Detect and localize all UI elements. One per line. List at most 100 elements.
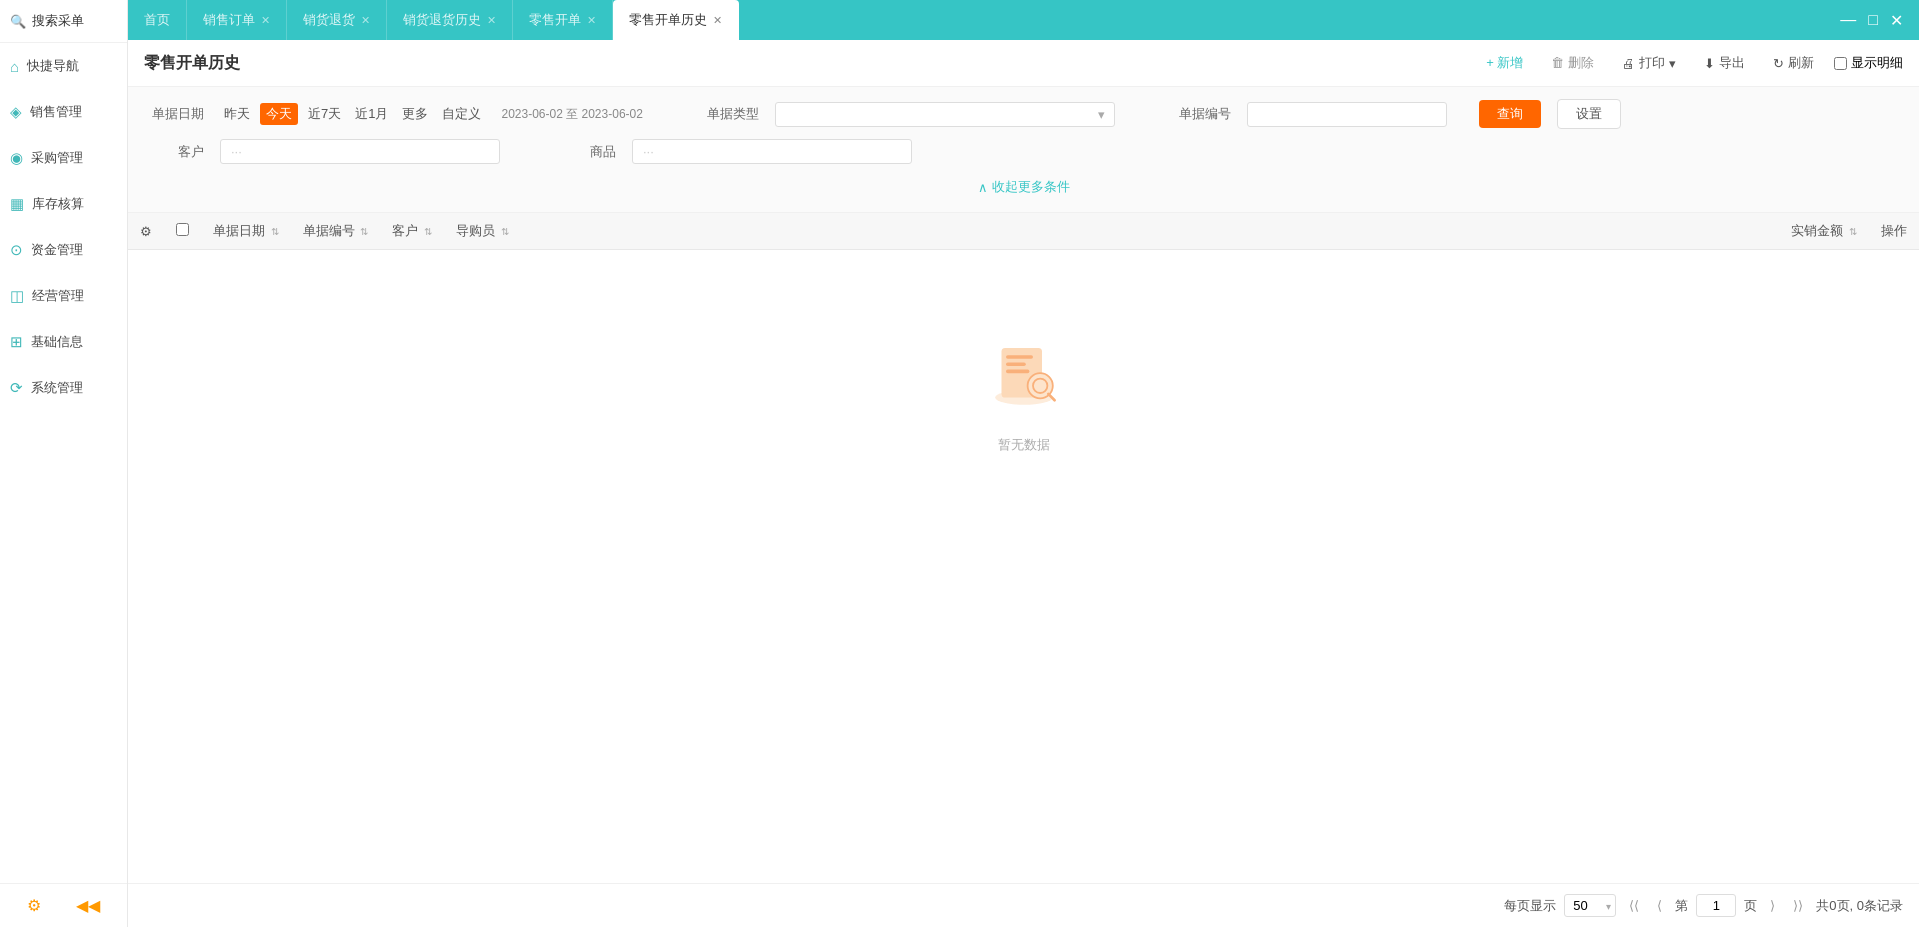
- th-doc-no[interactable]: 单据编号 ⇅: [291, 213, 381, 250]
- th-salesperson[interactable]: 导购员 ⇅: [444, 213, 521, 250]
- table-area: ⚙ 单据日期 ⇅ 单据编号 ⇅: [128, 213, 1919, 883]
- sidebar-search[interactable]: 🔍 搜索采单: [0, 0, 127, 43]
- date-range-display: 2023-06-02 至 2023-06-02: [501, 106, 642, 123]
- settings-button[interactable]: 设置: [1557, 99, 1621, 129]
- maximize-btn[interactable]: □: [1868, 11, 1878, 30]
- delete-button[interactable]: 🗑 删除: [1543, 50, 1602, 76]
- export-label: 导出: [1719, 54, 1745, 72]
- toolbar: + 新增 🗑 删除 🖨 打印 ▾ ⬇ 导出 ↻ 刷新 显示明细: [1478, 50, 1903, 76]
- tab-close-sales-order[interactable]: ✕: [261, 14, 270, 27]
- tab-retail-open-label: 零售开单: [529, 11, 581, 29]
- next-page-btn[interactable]: ⟩: [1765, 896, 1780, 915]
- refresh-button[interactable]: ↻ 刷新: [1765, 50, 1822, 76]
- shortcut-yesterday[interactable]: 昨天: [220, 103, 254, 125]
- date-filter-label: 单据日期: [144, 105, 204, 123]
- sidebar-item-label: 销售管理: [30, 103, 82, 121]
- th-customer[interactable]: 客户 ⇅: [380, 213, 444, 250]
- customer-input[interactable]: [220, 139, 500, 164]
- page-size-wrapper: 20 50 100: [1564, 894, 1616, 917]
- query-button[interactable]: 查询: [1479, 100, 1541, 128]
- th-customer-label: 客户: [392, 223, 418, 238]
- sidebar-item-purchase-mgmt[interactable]: ◉ 采购管理: [0, 135, 127, 181]
- select-all-checkbox[interactable]: [176, 223, 189, 236]
- export-button[interactable]: ⬇ 导出: [1696, 50, 1753, 76]
- tab-close-retail-history[interactable]: ✕: [713, 14, 722, 27]
- sidebar-item-inventory[interactable]: ▦ 库存核算: [0, 181, 127, 227]
- collapse-filter-btn[interactable]: ∧ 收起更多条件: [978, 174, 1070, 200]
- th-salesperson-label: 导购员: [456, 223, 495, 238]
- tab-close-retail-open[interactable]: ✕: [587, 14, 596, 27]
- product-input[interactable]: [632, 139, 912, 164]
- shortcut-7days[interactable]: 近7天: [304, 103, 345, 125]
- sidebar-bottom: ⚙ ◀◀: [0, 883, 127, 927]
- th-amount[interactable]: 实销金额 ⇅: [1779, 213, 1869, 250]
- sidebar-item-label: 库存核算: [32, 195, 84, 213]
- sidebar-item-label: 采购管理: [31, 149, 83, 167]
- shortcut-more[interactable]: 更多: [398, 103, 432, 125]
- tab-sales-return-history[interactable]: 销货退货历史 ✕: [387, 0, 513, 40]
- search-icon: 🔍: [10, 14, 26, 29]
- page-size-select[interactable]: 20 50 100: [1564, 894, 1616, 917]
- svg-rect-2: [1006, 355, 1033, 359]
- tab-retail-history[interactable]: 零售开单历史 ✕: [613, 0, 739, 40]
- tab-retail-open[interactable]: 零售开单 ✕: [513, 0, 613, 40]
- doc-no-input[interactable]: [1247, 102, 1447, 127]
- finance-icon: ⊙: [10, 241, 23, 259]
- first-page-btn[interactable]: ⟨⟨: [1624, 896, 1644, 915]
- th-date-label: 单据日期: [213, 223, 265, 238]
- print-icon: 🖨: [1622, 56, 1635, 71]
- tab-sales-order[interactable]: 销售订单 ✕: [187, 0, 287, 40]
- th-date[interactable]: 单据日期 ⇅: [201, 213, 291, 250]
- close-btn[interactable]: ✕: [1890, 11, 1903, 30]
- th-checkbox[interactable]: [164, 213, 201, 250]
- page-prefix: 第: [1675, 897, 1688, 915]
- sales-icon: ◈: [10, 103, 22, 121]
- tab-close-sales-return-history[interactable]: ✕: [487, 14, 496, 27]
- column-settings-icon[interactable]: ⚙: [140, 224, 152, 239]
- add-button[interactable]: + 新增: [1478, 50, 1531, 76]
- show-detail-input[interactable]: [1834, 57, 1847, 70]
- sidebar-item-sys-mgmt[interactable]: ⟳ 系统管理: [0, 365, 127, 411]
- shortcut-today[interactable]: 今天: [260, 103, 298, 125]
- inventory-icon: ▦: [10, 195, 24, 213]
- sort-salesperson-icon: ⇅: [501, 226, 509, 237]
- refresh-icon: ↻: [1773, 56, 1784, 71]
- collapse-sidebar-btn[interactable]: ◀◀: [76, 896, 100, 915]
- print-button[interactable]: 🖨 打印 ▾: [1614, 50, 1684, 76]
- show-detail-checkbox[interactable]: 显示明细: [1834, 54, 1903, 72]
- pagination: 每页显示 20 50 100 ⟨⟨ ⟨ 第 页 ⟩ ⟩⟩ 共0页, 0条记录: [128, 883, 1919, 927]
- current-page-input[interactable]: [1696, 894, 1736, 917]
- page-size-text: 每页显示: [1504, 897, 1556, 915]
- prev-page-btn[interactable]: ⟨: [1652, 896, 1667, 915]
- tab-home-label: 首页: [144, 11, 170, 29]
- home-icon: ⌂: [10, 58, 19, 75]
- th-action: 操作: [1869, 213, 1919, 250]
- last-page-btn[interactable]: ⟩⟩: [1788, 896, 1808, 915]
- minimize-btn[interactable]: —: [1840, 11, 1856, 30]
- svg-rect-3: [1006, 362, 1026, 366]
- sidebar-item-finance[interactable]: ⊙ 资金管理: [0, 227, 127, 273]
- sys-mgmt-icon: ⟳: [10, 379, 23, 397]
- page-title: 零售开单历史: [144, 53, 240, 74]
- empty-state: 暂无数据: [128, 250, 1919, 534]
- th-settings[interactable]: ⚙: [128, 213, 164, 250]
- shortcut-custom[interactable]: 自定义: [438, 103, 485, 125]
- sidebar-item-sales-mgmt[interactable]: ◈ 销售管理: [0, 89, 127, 135]
- filter-area: 单据日期 昨天 今天 近7天 近1月 更多 自定义 2023-06-02 至 2…: [128, 87, 1919, 213]
- sidebar-item-quick-nav[interactable]: ⌂ 快捷导航: [0, 43, 127, 89]
- tab-close-sales-return[interactable]: ✕: [361, 14, 370, 27]
- table-header: ⚙ 单据日期 ⇅ 单据编号 ⇅: [128, 213, 1919, 250]
- empty-icon: [979, 330, 1069, 420]
- shortcut-1month[interactable]: 近1月: [351, 103, 392, 125]
- content-area: 零售开单历史 + 新增 🗑 删除 🖨 打印 ▾ ⬇ 导出 ↻ 刷新: [128, 40, 1919, 927]
- sidebar-item-basic-info[interactable]: ⊞ 基础信息: [0, 319, 127, 365]
- basic-info-icon: ⊞: [10, 333, 23, 351]
- refresh-label: 刷新: [1788, 54, 1814, 72]
- collapse-label: 收起更多条件: [992, 178, 1070, 196]
- doc-type-select[interactable]: [775, 102, 1115, 127]
- tab-home[interactable]: 首页: [128, 0, 187, 40]
- settings-icon-btn[interactable]: ⚙: [27, 896, 41, 915]
- tab-sales-order-label: 销售订单: [203, 11, 255, 29]
- sidebar-item-operation[interactable]: ◫ 经营管理: [0, 273, 127, 319]
- tab-sales-return[interactable]: 销货退货 ✕: [287, 0, 387, 40]
